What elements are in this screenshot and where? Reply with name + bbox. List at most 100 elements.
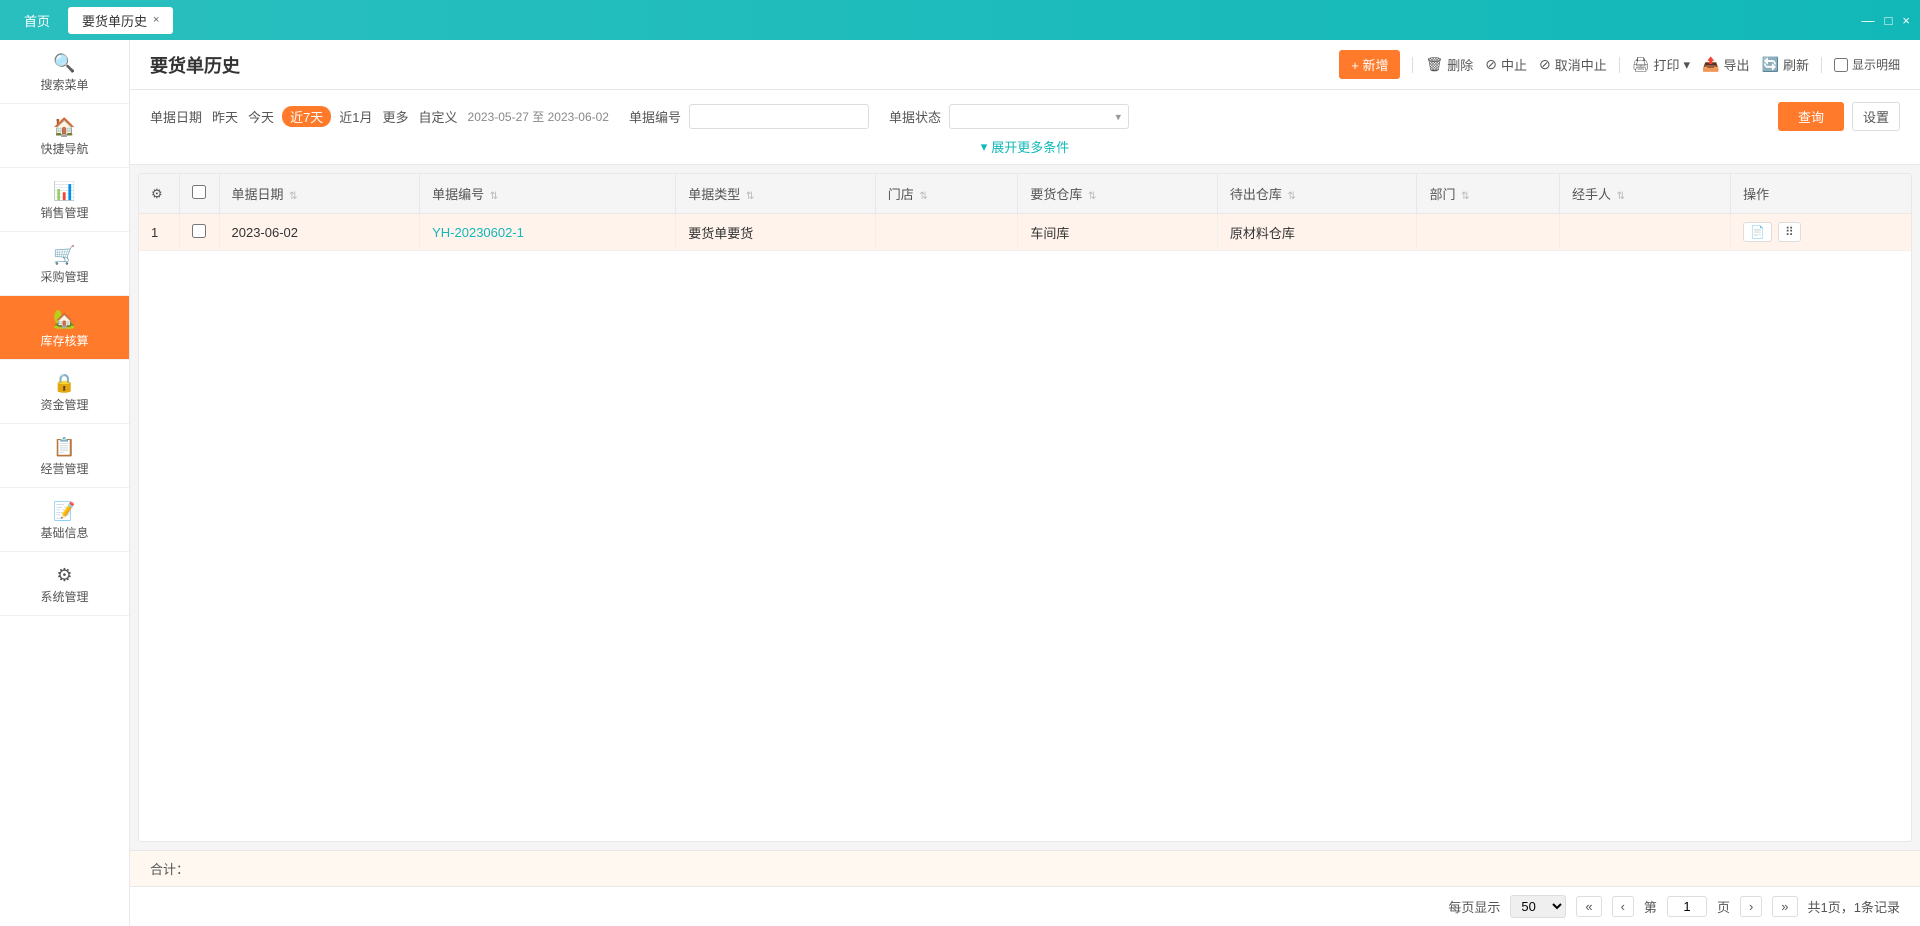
tab-bar: 首页 要货单历史 × [10,7,1862,34]
sidebar-item-search-menu[interactable]: 🔍 搜索菜单 [0,40,129,104]
th-checkbox [179,174,219,214]
data-table: ⚙ 单据日期 ⇅ 单据编号 ⇅ 单据类型 ⇅ 门店 ⇅ 要货仓库 ⇅ 待出仓库 … [139,174,1911,251]
inventory-icon: 🏡 [53,310,75,328]
th-handler[interactable]: 经手人 ⇅ [1560,174,1731,214]
date-filter-label: 单据日期 [150,107,202,126]
date-btn-7days[interactable]: 近7天 [282,106,331,127]
maximize-icon[interactable]: □ [1885,13,1893,28]
page-header: 要货单历史 + 新增 🗑 删除 ⊘ 中止 ⊘ 取消中止 🖨 [130,40,1920,90]
settings-button[interactable]: 设置 [1852,102,1900,131]
td-doc-no: YH-20230602-1 [420,214,676,251]
close-tab-icon[interactable]: × [153,14,159,26]
cancel-stop-button[interactable]: ⊘ 取消中止 [1539,55,1607,74]
chevron-down-icon: ▾ [981,139,988,155]
prev-page-btn[interactable]: ‹ [1612,896,1634,917]
row-checkbox[interactable] [192,224,206,238]
home-icon: 🏠 [53,118,75,136]
query-button[interactable]: 查询 [1778,102,1844,131]
chart-icon: 📊 [53,182,75,200]
th-store[interactable]: 门店 ⇅ [875,174,1018,214]
select-all-checkbox[interactable] [192,185,206,199]
th-req-warehouse[interactable]: 要货仓库 ⇅ [1018,174,1218,214]
date-range-display: 2023-05-27 至 2023-06-02 [468,108,609,125]
last-page-btn[interactable]: » [1772,896,1797,917]
date-btn-more[interactable]: 更多 [381,106,411,127]
td-store [875,214,1018,251]
refresh-button[interactable]: 🔄 刷新 [1762,55,1809,74]
sort-icon-req-warehouse: ⇅ [1088,191,1096,202]
next-page-btn[interactable]: › [1740,896,1762,917]
tab-active-label: 要货单历史 [82,11,147,30]
filter-area: 单据日期 昨天 今天 近7天 近1月 更多 自定义 2023-05-27 至 2… [130,90,1920,165]
sidebar-item-label: 经营管理 [40,460,88,477]
sidebar-item-quick-nav[interactable]: 🏠 快捷导航 [0,104,129,168]
cart-icon: 🛒 [53,246,75,264]
th-doc-date[interactable]: 单据日期 ⇅ [219,174,420,214]
sidebar-item-basic-info[interactable]: 📝 基础信息 [0,488,129,552]
print-button[interactable]: 🖨 打印 ▾ [1632,55,1690,74]
th-doc-type[interactable]: 单据类型 ⇅ [676,174,876,214]
row-action-btns: 📄 ⠿ [1743,222,1899,242]
tab-active[interactable]: 要货单历史 × [68,7,173,34]
page-suffix: 页 [1717,897,1730,916]
print-dropdown-icon: ▾ [1684,57,1691,73]
sidebar-item-label: 系统管理 [40,588,88,605]
sort-icon-pending-warehouse: ⇅ [1288,191,1296,202]
sidebar-item-sales[interactable]: 📊 销售管理 [0,168,129,232]
print-icon: 🖨 [1632,56,1650,73]
td-handler [1560,214,1731,251]
date-btn-1month[interactable]: 近1月 [337,106,374,127]
first-page-btn[interactable]: « [1576,896,1601,917]
date-btn-today[interactable]: 今天 [246,106,276,127]
sidebar-item-inventory[interactable]: 🏡 库存核算 [0,296,129,360]
status-filter-group: 单据状态 [889,104,1129,129]
date-filter-group: 单据日期 昨天 今天 近7天 近1月 更多 自定义 2023-05-27 至 2… [150,106,609,127]
date-btn-custom[interactable]: 自定义 [417,106,460,127]
minimize-icon[interactable]: — [1862,13,1875,28]
sidebar-item-label: 搜索菜单 [40,76,88,93]
main-layout: 🔍 搜索菜单 🏠 快捷导航 📊 销售管理 🛒 采购管理 🏡 库存核算 🔒 资金管… [0,40,1920,926]
status-select[interactable] [949,104,1129,129]
td-pending-warehouse: 原材料仓库 [1217,214,1417,251]
close-window-icon[interactable]: × [1902,13,1910,28]
sidebar-item-system[interactable]: ⚙ 系统管理 [0,552,129,616]
stop-icon: ⊘ [1485,56,1497,73]
per-page-select[interactable]: 50 10 20 100 [1510,895,1566,918]
show-detail-toggle[interactable]: 显示明细 [1834,56,1900,73]
page-number-input[interactable] [1667,896,1707,917]
more-action-btn[interactable]: ⠿ [1778,222,1801,242]
sort-icon-store: ⇅ [919,191,927,202]
stop-button[interactable]: ⊘ 中止 [1485,55,1527,74]
window-controls: — □ × [1862,13,1910,28]
th-settings[interactable]: ⚙ [139,174,179,214]
th-dept[interactable]: 部门 ⇅ [1417,174,1560,214]
tab-home[interactable]: 首页 [10,7,64,34]
doc-no-input[interactable] [689,104,869,129]
th-doc-no[interactable]: 单据编号 ⇅ [420,174,676,214]
table-row: 1 2023-06-02 YH-20230602-1 要货单要货 车间库 原材料… [139,214,1911,251]
export-button[interactable]: 📤 导出 [1702,55,1749,74]
doc-no-link[interactable]: YH-20230602-1 [432,225,524,240]
expand-more-btn[interactable]: ▾ 展开更多条件 [981,137,1070,156]
td-num: 1 [139,214,179,251]
add-button[interactable]: + 新增 [1339,50,1400,79]
date-btn-yesterday[interactable]: 昨天 [210,106,240,127]
sidebar-item-purchase[interactable]: 🛒 采购管理 [0,232,129,296]
sidebar-item-finance[interactable]: 🔒 资金管理 [0,360,129,424]
filter-action-btns: 查询 设置 [1778,102,1900,131]
th-pending-warehouse[interactable]: 待出仓库 ⇅ [1217,174,1417,214]
sort-icon-handler: ⇅ [1617,191,1625,202]
sidebar-item-label: 基础信息 [40,524,88,541]
show-detail-checkbox[interactable] [1834,58,1848,72]
table-header: ⚙ 单据日期 ⇅ 单据编号 ⇅ 单据类型 ⇅ 门店 ⇅ 要货仓库 ⇅ 待出仓库 … [139,174,1911,214]
table-header-row: ⚙ 单据日期 ⇅ 单据编号 ⇅ 单据类型 ⇅ 门店 ⇅ 要货仓库 ⇅ 待出仓库 … [139,174,1911,214]
delete-button[interactable]: 🗑 删除 [1425,55,1473,74]
doc-no-filter-group: 单据编号 [629,104,869,129]
sidebar-item-label: 库存核算 [40,332,88,349]
doc-no-label: 单据编号 [629,107,681,126]
sidebar-item-operations[interactable]: 📋 经营管理 [0,424,129,488]
view-action-btn[interactable]: 📄 [1743,222,1772,242]
total-info: 共1页，1条记录 [1808,897,1900,916]
sidebar-item-label: 资金管理 [40,396,88,413]
per-page-label: 每页显示 [1448,897,1500,916]
